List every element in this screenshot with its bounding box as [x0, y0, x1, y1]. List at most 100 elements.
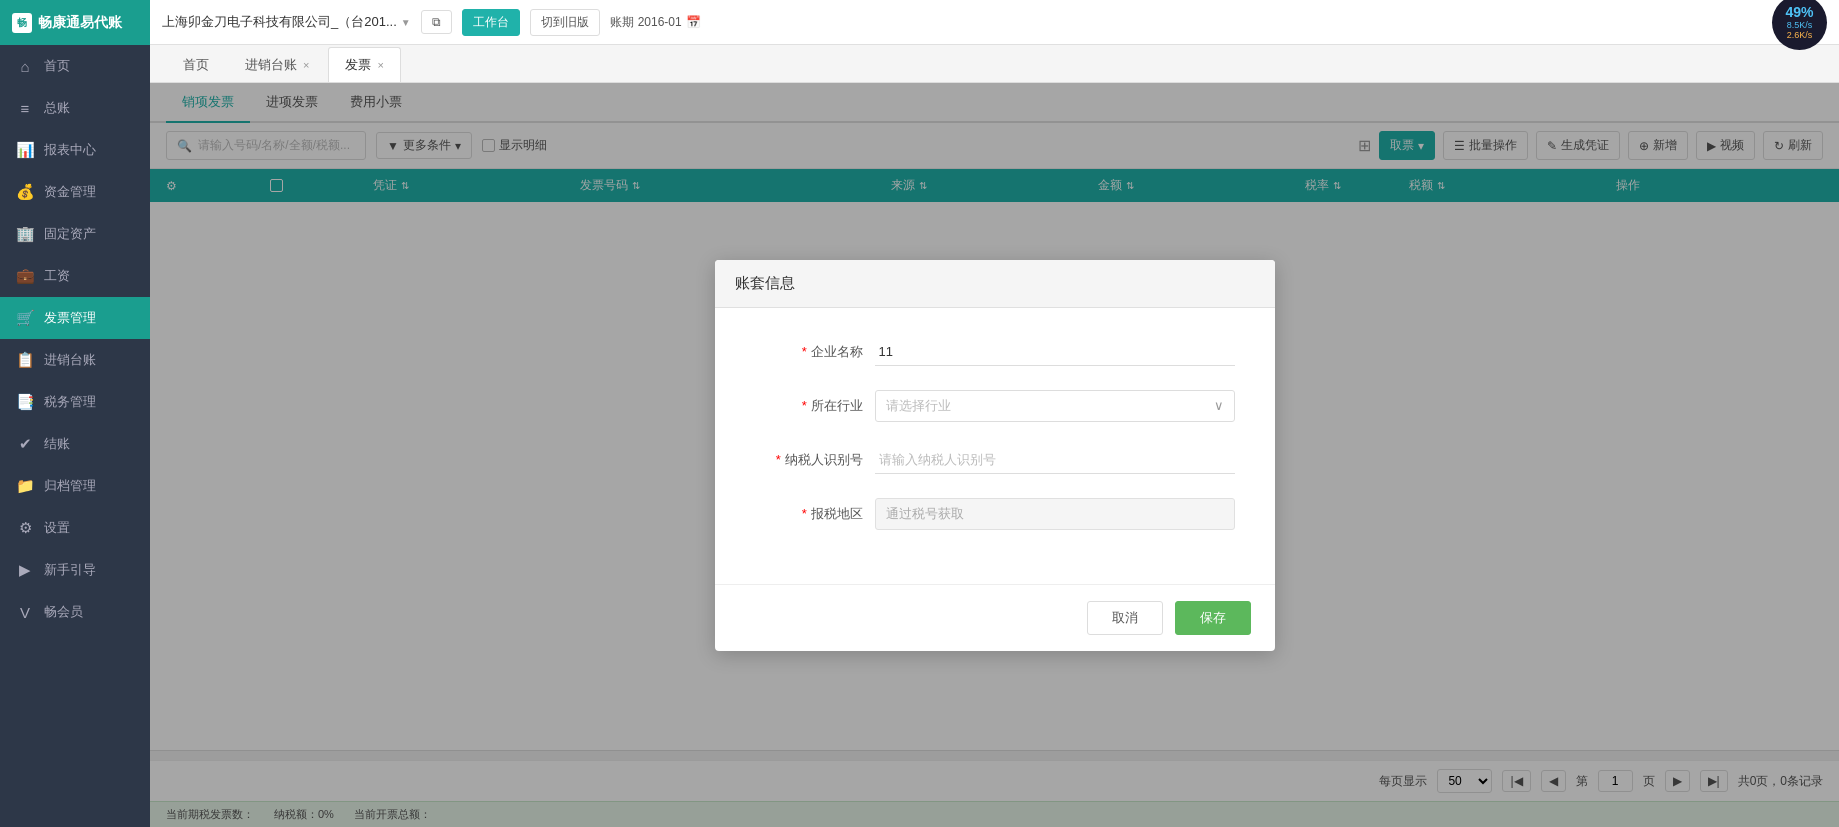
invoice-mgmt-icon: 🛒 [16, 309, 34, 327]
period-display: 账期 2016-01 📅 [610, 14, 701, 31]
industry-label: * 所在行业 [755, 397, 875, 415]
sidebar-item-label: 进销台账 [44, 351, 96, 369]
ledger-icon: ≡ [16, 100, 34, 117]
app-name: 畅康通易代账 [38, 14, 122, 32]
sidebar-item-checkout[interactable]: ✔ 结账 [0, 423, 150, 465]
required-mark-3: * [776, 452, 781, 467]
sidebar: 畅 畅康通易代账 ⌂ 首页 ≡ 总账 📊 报表中心 💰 资金管理 🏢 固定资产 … [0, 0, 150, 827]
tax-region-display: 通过税号获取 [875, 498, 1235, 530]
speed-pct: 49% [1785, 4, 1813, 20]
main-content: 上海卯金刀电子科技有限公司_（台201... ▼ ⧉ 工作台 切到旧版 账期 2… [150, 0, 1839, 827]
industry-placeholder: 请选择行业 [886, 397, 951, 415]
sidebar-item-label: 首页 [44, 57, 70, 75]
logo-icon: 畅 [12, 13, 32, 33]
workbench-button[interactable]: 工作台 [462, 9, 520, 36]
sidebar-item-home[interactable]: ⌂ 首页 [0, 45, 150, 87]
account-info-modal: 账套信息 * 企业名称 * 所在行业 [715, 260, 1275, 651]
tax-id-input[interactable] [875, 446, 1235, 474]
required-mark: * [802, 344, 807, 359]
tab-invoice[interactable]: 发票 × [328, 47, 400, 82]
sidebar-item-label: 固定资产 [44, 225, 96, 243]
modal-overlay: 账套信息 * 企业名称 * 所在行业 [150, 83, 1839, 827]
required-mark-2: * [802, 398, 807, 413]
workbench-label: 工作台 [473, 14, 509, 31]
tax-icon: 📑 [16, 393, 34, 411]
topbar: 上海卯金刀电子科技有限公司_（台201... ▼ ⧉ 工作台 切到旧版 账期 2… [150, 0, 1839, 45]
tab-purchase-ledger[interactable]: 进销台账 × [228, 47, 326, 82]
tab-home-label: 首页 [183, 56, 209, 74]
sidebar-item-invoice-mgmt[interactable]: 🛒 发票管理 [0, 297, 150, 339]
home-icon: ⌂ [16, 58, 34, 75]
company-dropdown-icon: ▼ [401, 17, 411, 28]
tab-home[interactable]: 首页 [166, 47, 226, 82]
company-name-row: * 企业名称 [755, 338, 1235, 366]
sidebar-item-reports[interactable]: 📊 报表中心 [0, 129, 150, 171]
tax-id-row: * 纳税人识别号 [755, 446, 1235, 474]
finance-icon: 💰 [16, 183, 34, 201]
company-name: 上海卯金刀电子科技有限公司_（台201... [162, 13, 397, 31]
sidebar-item-label: 畅会员 [44, 603, 83, 621]
guide-icon: ▶ [16, 561, 34, 579]
sidebar-item-label: 发票管理 [44, 309, 96, 327]
company-selector[interactable]: 上海卯金刀电子科技有限公司_（台201... ▼ [162, 13, 411, 31]
sidebar-item-assets[interactable]: 🏢 固定资产 [0, 213, 150, 255]
tab-purchase-close-icon[interactable]: × [303, 59, 309, 71]
tab-bar: 首页 进销台账 × 发票 × [150, 45, 1839, 83]
required-mark-4: * [802, 506, 807, 521]
sidebar-item-label: 税务管理 [44, 393, 96, 411]
sidebar-item-purchase[interactable]: 📋 进销台账 [0, 339, 150, 381]
tax-region-row: * 报税地区 通过税号获取 [755, 498, 1235, 530]
industry-select[interactable]: 请选择行业 ∨ [875, 390, 1235, 422]
tab-invoice-close-icon[interactable]: × [377, 59, 383, 71]
settings-icon: ⚙ [16, 519, 34, 537]
sidebar-item-salary[interactable]: 💼 工资 [0, 255, 150, 297]
company-name-label: * 企业名称 [755, 343, 875, 361]
sidebar-item-archive[interactable]: 📁 归档管理 [0, 465, 150, 507]
industry-chevron-icon: ∨ [1214, 398, 1224, 413]
switch-old-label: 切到旧版 [541, 14, 589, 31]
topbar-right: 49% 8.5K/s 2.6K/s [1772, 0, 1827, 50]
sidebar-item-member[interactable]: V 畅会员 [0, 591, 150, 633]
content-area: 销项发票 进项发票 费用小票 🔍 请输入号码/名称/全额/税额... ▼ 更多条… [150, 83, 1839, 827]
cancel-button[interactable]: 取消 [1087, 601, 1163, 635]
app-logo: 畅 畅康通易代账 [0, 0, 150, 45]
sidebar-item-label: 设置 [44, 519, 70, 537]
speed-down: 2.6K/s [1787, 30, 1813, 40]
tax-region-label: * 报税地区 [755, 505, 875, 523]
archive-icon: 📁 [16, 477, 34, 495]
period-label: 账期 [610, 14, 634, 31]
period-value: 2016-01 [638, 15, 682, 29]
industry-row: * 所在行业 请选择行业 ∨ [755, 390, 1235, 422]
sidebar-item-label: 报表中心 [44, 141, 96, 159]
modal-footer: 取消 保存 [715, 584, 1275, 651]
copy-icon: ⧉ [432, 15, 441, 29]
save-button[interactable]: 保存 [1175, 601, 1251, 635]
sidebar-item-settings[interactable]: ⚙ 设置 [0, 507, 150, 549]
sidebar-item-label: 结账 [44, 435, 70, 453]
tab-purchase-ledger-label: 进销台账 [245, 56, 297, 74]
speed-up: 8.5K/s [1787, 20, 1813, 30]
modal-title: 账套信息 [715, 260, 1275, 308]
tax-id-label: * 纳税人识别号 [755, 451, 875, 469]
sidebar-item-label: 工资 [44, 267, 70, 285]
modal-body: * 企业名称 * 所在行业 请选择行业 ∨ [715, 308, 1275, 584]
speed-indicator: 49% 8.5K/s 2.6K/s [1772, 0, 1827, 50]
calendar-icon: 📅 [686, 15, 701, 29]
sidebar-item-label: 总账 [44, 99, 70, 117]
company-name-input[interactable] [875, 338, 1235, 366]
sidebar-item-tax[interactable]: 📑 税务管理 [0, 381, 150, 423]
sidebar-item-label: 归档管理 [44, 477, 96, 495]
sidebar-item-label: 资金管理 [44, 183, 96, 201]
sidebar-item-label: 新手引导 [44, 561, 96, 579]
reports-icon: 📊 [16, 141, 34, 159]
sidebar-item-guide[interactable]: ▶ 新手引导 [0, 549, 150, 591]
switch-old-button[interactable]: 切到旧版 [530, 9, 600, 36]
salary-icon: 💼 [16, 267, 34, 285]
sidebar-item-ledger[interactable]: ≡ 总账 [0, 87, 150, 129]
tab-invoice-label: 发票 [345, 56, 371, 74]
member-icon: V [16, 604, 34, 621]
copy-button[interactable]: ⧉ [421, 10, 452, 34]
purchase-icon: 📋 [16, 351, 34, 369]
sidebar-item-finance[interactable]: 💰 资金管理 [0, 171, 150, 213]
checkout-icon: ✔ [16, 435, 34, 453]
